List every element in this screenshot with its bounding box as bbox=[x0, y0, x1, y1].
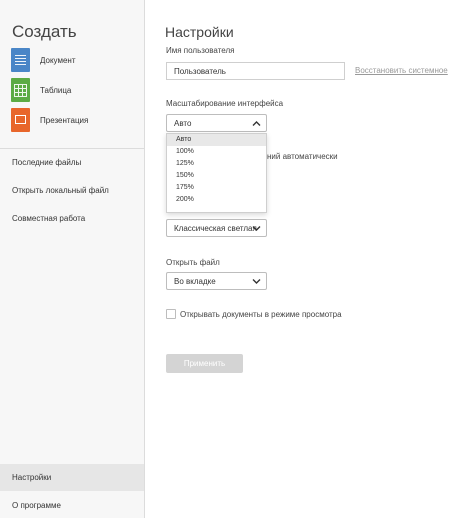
theme-selected-value: Классическая светлая bbox=[174, 224, 257, 233]
scale-option-auto[interactable]: Авто bbox=[167, 134, 266, 146]
sidebar-item-open-local-file[interactable]: Открыть локальный файл bbox=[12, 186, 109, 195]
create-spreadsheet-item[interactable]: Таблица bbox=[11, 77, 71, 103]
auto-update-partial-text: ний автоматически bbox=[267, 152, 338, 161]
scale-option-150[interactable]: 150% bbox=[167, 170, 266, 182]
view-mode-checkbox[interactable] bbox=[166, 309, 176, 319]
open-file-select[interactable]: Во вкладке bbox=[166, 272, 267, 290]
create-spreadsheet-label: Таблица bbox=[40, 85, 72, 95]
spreadsheet-icon bbox=[11, 78, 30, 102]
scale-option-175[interactable]: 175% bbox=[167, 182, 266, 194]
scale-option-100[interactable]: 100% bbox=[167, 146, 266, 158]
open-file-selected-value: Во вкладке bbox=[174, 277, 216, 286]
sidebar-divider bbox=[0, 148, 145, 149]
create-document-label: Документ bbox=[40, 55, 76, 65]
scale-option-200[interactable]: 200% bbox=[167, 194, 266, 206]
apply-button[interactable]: Применить bbox=[166, 354, 243, 373]
create-presentation-label: Презентация bbox=[40, 115, 89, 125]
create-document-item[interactable]: Документ bbox=[11, 47, 76, 73]
chevron-down-icon bbox=[252, 226, 261, 231]
sidebar-item-settings-label: Настройки bbox=[12, 473, 52, 482]
sidebar-item-collaboration[interactable]: Совместная работа bbox=[12, 214, 85, 223]
scale-select[interactable]: Авто bbox=[166, 114, 267, 132]
chevron-up-icon bbox=[252, 121, 261, 126]
scale-dropdown-menu: Авто 100% 125% 150% 175% 200% bbox=[166, 133, 267, 213]
sidebar: Создать Документ Таблица Презентация Пос… bbox=[0, 0, 145, 518]
username-input[interactable] bbox=[166, 62, 345, 80]
scale-selected-value: Авто bbox=[174, 119, 192, 128]
page-title: Настройки bbox=[165, 24, 234, 40]
open-file-label: Открыть файл bbox=[166, 258, 220, 267]
view-mode-checkbox-label: Открывать документы в режиме просмотра bbox=[180, 309, 342, 319]
document-icon bbox=[11, 48, 30, 72]
sidebar-item-about[interactable]: О программе bbox=[12, 501, 61, 510]
scale-option-125[interactable]: 125% bbox=[167, 158, 266, 170]
theme-select[interactable]: Классическая светлая bbox=[166, 219, 267, 237]
sidebar-item-recent-files[interactable]: Последние файлы bbox=[12, 158, 81, 167]
restore-system-name-link[interactable]: Восстановить системное bbox=[355, 66, 448, 75]
chevron-down-icon bbox=[252, 279, 261, 284]
scale-label: Масштабирование интерфейса bbox=[166, 99, 284, 108]
username-label: Имя пользователя bbox=[166, 46, 235, 55]
create-heading: Создать bbox=[12, 22, 77, 41]
sidebar-item-settings[interactable]: Настройки bbox=[0, 464, 144, 491]
create-presentation-item[interactable]: Презентация bbox=[11, 107, 88, 133]
presentation-icon bbox=[11, 108, 30, 132]
view-mode-checkbox-row[interactable]: Открывать документы в режиме просмотра bbox=[166, 309, 342, 319]
